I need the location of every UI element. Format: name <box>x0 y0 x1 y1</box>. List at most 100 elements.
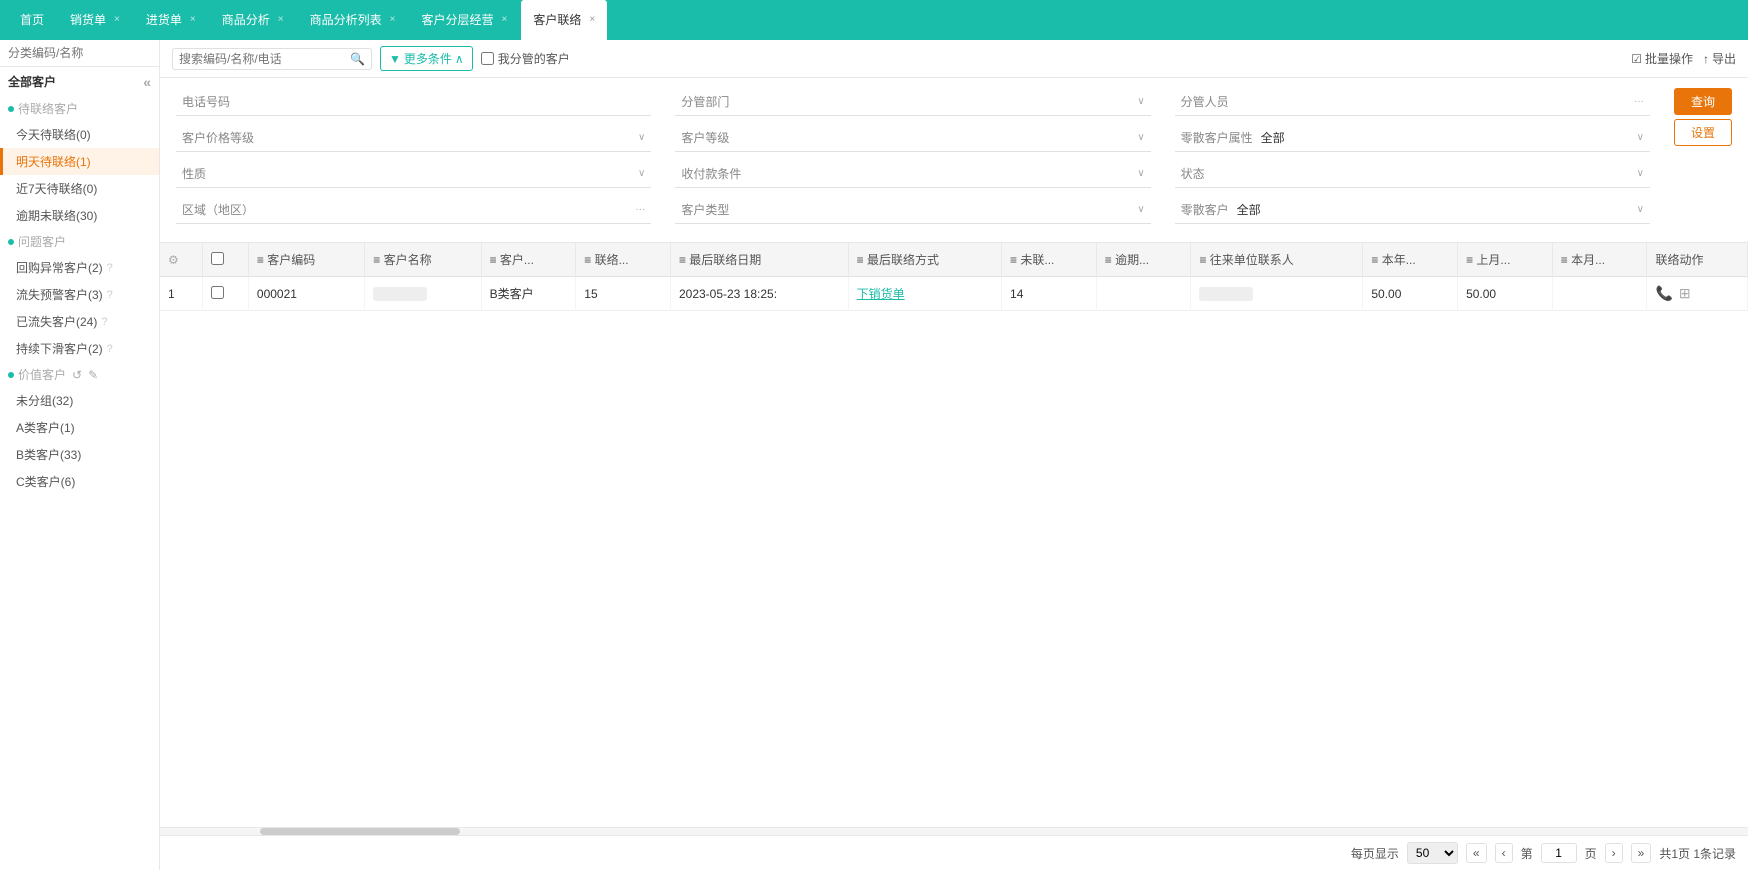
filter-row-3: 性质 ∨ 收付款条件 ∨ 状态 <box>176 160 1650 188</box>
collapse-icon[interactable]: « <box>143 74 151 90</box>
filter-nature[interactable]: 性质 ∨ <box>176 160 651 188</box>
filter-person[interactable]: 分管人员 ··· <box>1175 88 1650 116</box>
nav-item-首页[interactable]: 首页 <box>8 0 56 40</box>
export-button[interactable]: ↑ 导出 <box>1703 50 1736 67</box>
close-tab-icon[interactable]: × <box>501 0 507 40</box>
page-size-label: 每页显示 <box>1351 845 1399 862</box>
sidebar-item-declining[interactable]: 持续下滑客户(2) ? <box>0 335 159 362</box>
col-code[interactable]: ≡ 客户编码 <box>248 243 364 277</box>
row-last-method[interactable]: 下销货单 <box>848 277 1001 311</box>
sidebar-item-overdue[interactable]: 逾期未联络(30) <box>0 202 159 229</box>
row-last-month: 50.00 <box>1458 277 1553 311</box>
select-all-checkbox[interactable] <box>211 252 224 265</box>
col-last-month[interactable]: ≡ 上月... <box>1458 243 1553 277</box>
more-filter-button[interactable]: ▼ 更多条件 ∧ <box>380 46 473 71</box>
chevron-down-icon: ∨ <box>1137 96 1144 107</box>
horizontal-scrollbar[interactable] <box>160 827 1748 835</box>
row-checkbox[interactable] <box>202 277 248 311</box>
gear-icon[interactable]: ⚙ <box>168 253 179 267</box>
scrollbar-thumb[interactable] <box>260 828 460 835</box>
first-page-button[interactable]: « <box>1466 843 1487 863</box>
filter-scatter-attr[interactable]: 零散客户属性 全部 ∨ <box>1175 124 1650 152</box>
total-record-label: 共1页 1条记录 <box>1659 845 1736 862</box>
filter-scatter-cust[interactable]: 零散客户 全部 ∨ <box>1175 196 1650 224</box>
all-customers-header[interactable]: 全部客户 « <box>0 67 159 96</box>
main-search-box[interactable]: 🔍 <box>172 48 372 70</box>
nav-item-进货单[interactable]: 进货单× <box>134 0 208 40</box>
next-page-button[interactable]: › <box>1605 843 1623 863</box>
sidebar-search-box[interactable]: 🔍 <box>0 40 159 67</box>
sidebar-item-lost[interactable]: 已流失客户(24) ? <box>0 308 159 335</box>
phone-action-icon[interactable]: 📞 <box>1655 285 1672 302</box>
col-type[interactable]: ≡ 客户... <box>481 243 576 277</box>
col-checkbox[interactable] <box>202 243 248 277</box>
edit-icon[interactable]: ✎ <box>88 368 98 382</box>
my-customers-checkbox[interactable] <box>481 52 494 65</box>
filter-price-level[interactable]: 客户价格等级 ∨ <box>176 124 651 152</box>
main-search-icon[interactable]: 🔍 <box>350 52 365 66</box>
filter-region[interactable]: 区域（地区） ··· <box>176 196 651 224</box>
col-contact[interactable]: ≡ 联络... <box>576 243 671 277</box>
col-last-method[interactable]: ≡ 最后联络方式 <box>848 243 1001 277</box>
col-overdue[interactable]: ≡ 逾期... <box>1096 243 1191 277</box>
last-page-button[interactable]: » <box>1631 843 1652 863</box>
sidebar-item-tomorrow[interactable]: 明天待联络(1) <box>0 148 159 175</box>
sidebar-item-a[interactable]: A类客户(1) <box>0 414 159 441</box>
nav-item-销货单[interactable]: 销货单× <box>58 0 132 40</box>
refresh-icon[interactable]: ↺ <box>72 368 82 382</box>
filter-payment[interactable]: 收付款条件 ∨ <box>675 160 1150 188</box>
col-this-month[interactable]: ≡ 本月... <box>1552 243 1647 277</box>
my-customers-label: 我分管的客户 <box>498 50 570 67</box>
grid-action-icon[interactable]: ⊞ <box>1679 285 1691 302</box>
close-tab-icon[interactable]: × <box>278 0 284 40</box>
bulk-op-button[interactable]: ☑ 批量操作 <box>1631 50 1693 67</box>
sidebar-item-c[interactable]: C类客户(6) <box>0 468 159 495</box>
dots-icon2: ··· <box>635 204 645 215</box>
close-tab-icon[interactable]: × <box>114 0 120 40</box>
export-label: 导出 <box>1712 50 1736 67</box>
filter-phone[interactable]: 电话号码 <box>176 88 651 116</box>
sidebar-item-abnormal[interactable]: 回购异常客户(2) ? <box>0 254 159 281</box>
sidebar-item-lostwarning[interactable]: 流失预警客户(3) ? <box>0 281 159 308</box>
sidebar-item-ungrouped[interactable]: 未分组(32) <box>0 387 159 414</box>
filter-cust-type[interactable]: 客户类型 ∨ <box>675 196 1150 224</box>
nav-item-商品分析[interactable]: 商品分析× <box>210 0 296 40</box>
sidebar-item-label: B类客户(33) <box>16 446 81 463</box>
sidebar-item-today[interactable]: 今天待联络(0) <box>0 121 159 148</box>
sidebar-item-7days[interactable]: 近7天待联络(0) <box>0 175 159 202</box>
close-tab-icon[interactable]: × <box>390 0 396 40</box>
col-no-contact[interactable]: ≡ 未联... <box>1002 243 1097 277</box>
query-button[interactable]: 查询 <box>1674 88 1732 115</box>
my-customers-checkbox-label[interactable]: 我分管的客户 <box>481 50 570 67</box>
page-size-select[interactable]: 50 100 200 <box>1407 842 1458 864</box>
col-contact-person[interactable]: ≡ 往来单位联系人 <box>1191 243 1363 277</box>
filter-status[interactable]: 状态 ∨ <box>1175 160 1650 188</box>
col-last-date[interactable]: ≡ 最后联络日期 <box>670 243 848 277</box>
close-tab-icon[interactable]: × <box>190 0 196 40</box>
filter-scatter-value: 全部 <box>1261 129 1633 146</box>
col-gear[interactable]: ⚙ <box>160 243 202 277</box>
nav-item-客户联络[interactable]: 客户联络× <box>521 0 607 40</box>
group-label2: 问题客户 <box>18 233 66 250</box>
prev-page-button[interactable]: ‹ <box>1495 843 1513 863</box>
filter-payment-label: 收付款条件 <box>681 165 741 182</box>
sidebar-search-input[interactable] <box>8 46 160 60</box>
filter-customer-level[interactable]: 客户等级 ∨ <box>675 124 1150 152</box>
col-year-sales[interactable]: ≡ 本年... <box>1363 243 1458 277</box>
setting-button[interactable]: 设置 <box>1674 119 1732 146</box>
row-select-checkbox[interactable] <box>211 286 224 299</box>
page-number-input[interactable] <box>1541 843 1577 863</box>
close-tab-icon[interactable]: × <box>589 0 595 40</box>
last-method-link[interactable]: 下销货单 <box>857 287 905 301</box>
nav-item-客户分层经营[interactable]: 客户分层经营× <box>409 0 519 40</box>
nav-item-商品分析列表[interactable]: 商品分析列表× <box>298 0 408 40</box>
main-search-input[interactable] <box>179 52 346 66</box>
filter-dept[interactable]: 分管部门 ∨ <box>675 88 1150 116</box>
filter-panel: 电话号码 分管部门 ∨ 分管人员 ··· <box>160 78 1748 243</box>
filter-label: 更多条件 <box>404 50 452 67</box>
sidebar-item-b[interactable]: B类客户(33) <box>0 441 159 468</box>
row-action: 📞 ⊞ <box>1647 277 1748 311</box>
col-name[interactable]: ≡ 客户名称 <box>365 243 481 277</box>
filter-nature-label: 性质 <box>182 165 206 182</box>
row-contact-person <box>1191 277 1363 311</box>
